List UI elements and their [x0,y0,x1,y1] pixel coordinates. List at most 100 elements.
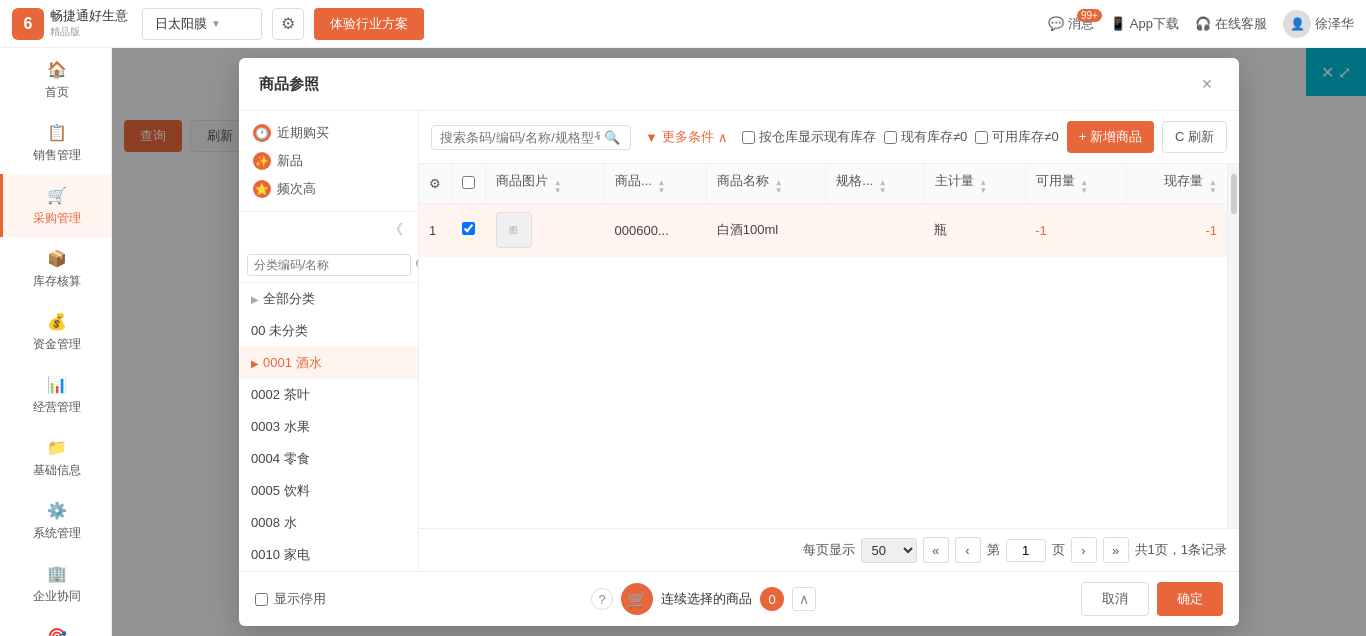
row-name-cell: 白酒100ml [707,204,826,257]
collapse-panel-button[interactable]: 《 [386,220,406,240]
table-toolbar: 🔍 ▼ 更多条件 ∧ 按仓库显示现有库存 [419,111,1239,164]
sidebar-item-guide[interactable]: 🎯 新手引导 [0,615,111,636]
category-item-0008[interactable]: 0008 水 [239,507,418,539]
online-service-button[interactable]: 🎧 在线客服 [1195,15,1267,33]
cart-count: 0 [760,587,784,611]
row-checkbox[interactable] [462,222,475,235]
next-page-button[interactable]: › [1071,537,1097,563]
category-item-all[interactable]: ▶ 全部分类 [239,283,418,315]
col-name-sort[interactable]: 商品名称 ▲▼ [717,173,783,188]
category-item-0003[interactable]: 0003 水果 [239,411,418,443]
table-panel: 🔍 ▼ 更多条件 ∧ 按仓库显示现有库存 [419,111,1239,571]
product-table: ⚙ 商品图片 ▲▼ 商品... ▲▼ [419,164,1227,257]
search-icon[interactable]: 🔍 [604,130,620,145]
quick-filter-new[interactable]: ✨ 新品 [247,147,410,175]
show-disabled-label[interactable]: 显示停用 [255,590,326,608]
enterprise-icon: 🏢 [46,562,68,584]
branch-name: 日太阳膜 [155,15,207,33]
logo-area: 6 畅捷通好生意 精品版 [12,8,132,40]
sidebar-item-enterprise[interactable]: 🏢 企业协同 [0,552,111,615]
category-item-00[interactable]: 00 未分类 [239,315,418,347]
available-stock-checkbox[interactable] [975,131,988,144]
category-item-0001[interactable]: ▶ 0001 酒水 [239,347,418,379]
top-navbar: 6 畅捷通好生意 精品版 日太阳膜 ▼ ⚙ 体验行业方案 💬 消息 99+ 📱 … [0,0,1366,48]
row-checkbox-cell[interactable] [452,204,486,257]
warehouse-stock-checkbox[interactable] [742,131,755,144]
logo-text: 畅捷通好生意 [50,8,128,25]
try-industry-button[interactable]: 体验行业方案 [314,8,424,40]
category-item-0010[interactable]: 0010 家电 [239,539,418,571]
search-box: 🔍 [431,125,631,150]
col-available-sort[interactable]: 可用量 ▲▼ [1036,173,1089,188]
branch-selector[interactable]: 日太阳膜 ▼ [142,8,262,40]
modal-title: 商品参照 [259,75,319,94]
sidebar-item-purchase[interactable]: 🛒 采购管理 [0,174,111,237]
category-list: ▶ 全部分类 00 未分类 ▶ 0001 酒水 0002 茶 [239,283,418,571]
row-index: 1 [419,204,452,257]
category-label-0002: 0002 茶叶 [251,386,310,404]
col-image-sort[interactable]: 商品图片 ▲▼ [496,173,562,188]
logo-icon: 6 [12,8,44,40]
table-row[interactable]: 1 图 000600... [419,204,1227,257]
category-label-0008: 0008 水 [251,514,297,532]
quick-filter-recent[interactable]: 🕐 近期购买 [247,119,410,147]
footer-actions: 取消 确定 [1081,582,1223,616]
confirm-button[interactable]: 确定 [1157,582,1223,616]
category-label-0001: 0001 酒水 [263,354,322,372]
col-spec-sort[interactable]: 规格... ▲▼ [836,173,886,188]
modal-body: 🕐 近期购买 ✨ 新品 ⭐ 频次高 [239,111,1239,571]
select-all-checkbox[interactable] [462,176,475,189]
available-stock-filter[interactable]: 可用库存≠0 [975,128,1058,146]
product-search-input[interactable] [440,130,600,145]
last-page-button[interactable]: » [1103,537,1129,563]
messages-button[interactable]: 💬 消息 99+ [1048,15,1094,33]
app-download-button[interactable]: 📱 App下载 [1110,15,1179,33]
modal-close-button[interactable]: × [1195,72,1219,96]
settings-button[interactable]: ⚙ [272,8,304,40]
first-page-button[interactable]: « [923,537,949,563]
category-item-0005[interactable]: 0005 饮料 [239,475,418,507]
category-search-input[interactable] [247,254,411,276]
help-icon[interactable]: ? [591,588,613,610]
col-stock-sort[interactable]: 现存量 ▲▼ [1164,173,1217,188]
collapse-cart-button[interactable]: ∧ [792,587,816,611]
sidebar-item-home[interactable]: 🏠 首页 [0,48,111,111]
row-image-cell: 图 [486,204,605,257]
add-product-button[interactable]: + 新增商品 [1067,121,1154,153]
page-input[interactable] [1006,539,1046,562]
nonzero-stock-filter[interactable]: 现有库存≠0 [884,128,967,146]
all-arrow: ▶ [251,294,259,305]
more-filters-button[interactable]: ▼ 更多条件 ∧ [639,124,734,150]
home-icon: 🏠 [46,58,68,80]
cart-icon[interactable]: 🛒 [621,583,653,615]
main-layout: 🏠 首页 📋 销售管理 🛒 采购管理 📦 库存核算 💰 资金管理 📊 经营管理 … [0,48,1366,636]
col-unit-sort[interactable]: 主计量 ▲▼ [935,173,988,188]
col-settings[interactable]: ⚙ [419,164,452,204]
table-scrollbar[interactable] [1227,164,1239,528]
sidebar-item-operation[interactable]: 📊 经营管理 [0,363,111,426]
nonzero-stock-checkbox[interactable] [884,131,897,144]
user-profile[interactable]: 👤 徐泽华 [1283,10,1354,38]
sidebar-item-system[interactable]: ⚙️ 系统管理 [0,489,111,552]
row-spec-cell [826,204,924,257]
refresh-button[interactable]: C 刷新 [1162,121,1227,153]
message-icon: 💬 [1048,16,1064,31]
quick-filter-frequent[interactable]: ⭐ 频次高 [247,175,410,203]
online-service-label: 在线客服 [1215,15,1267,33]
sidebar-item-capital[interactable]: 💰 资金管理 [0,300,111,363]
scrollbar-thumb[interactable] [1231,174,1237,214]
prev-page-button[interactable]: ‹ [955,537,981,563]
sidebar-item-basic[interactable]: 📁 基础信息 [0,426,111,489]
per-page-select[interactable]: 50 100 200 [861,538,917,563]
sidebar-item-stock[interactable]: 📦 库存核算 [0,237,111,300]
col-checkbox[interactable] [452,164,486,204]
cancel-button[interactable]: 取消 [1081,582,1149,616]
sidebar-item-sales[interactable]: 📋 销售管理 [0,111,111,174]
show-disabled-checkbox[interactable] [255,593,268,606]
purchase-icon: 🛒 [46,184,68,206]
category-item-0002[interactable]: 0002 茶叶 [239,379,418,411]
warehouse-stock-filter[interactable]: 按仓库显示现有库存 [742,128,876,146]
category-item-0004[interactable]: 0004 零食 [239,443,418,475]
cart-label: 连续选择的商品 [661,590,752,608]
col-code-sort[interactable]: 商品... ▲▼ [615,173,665,188]
